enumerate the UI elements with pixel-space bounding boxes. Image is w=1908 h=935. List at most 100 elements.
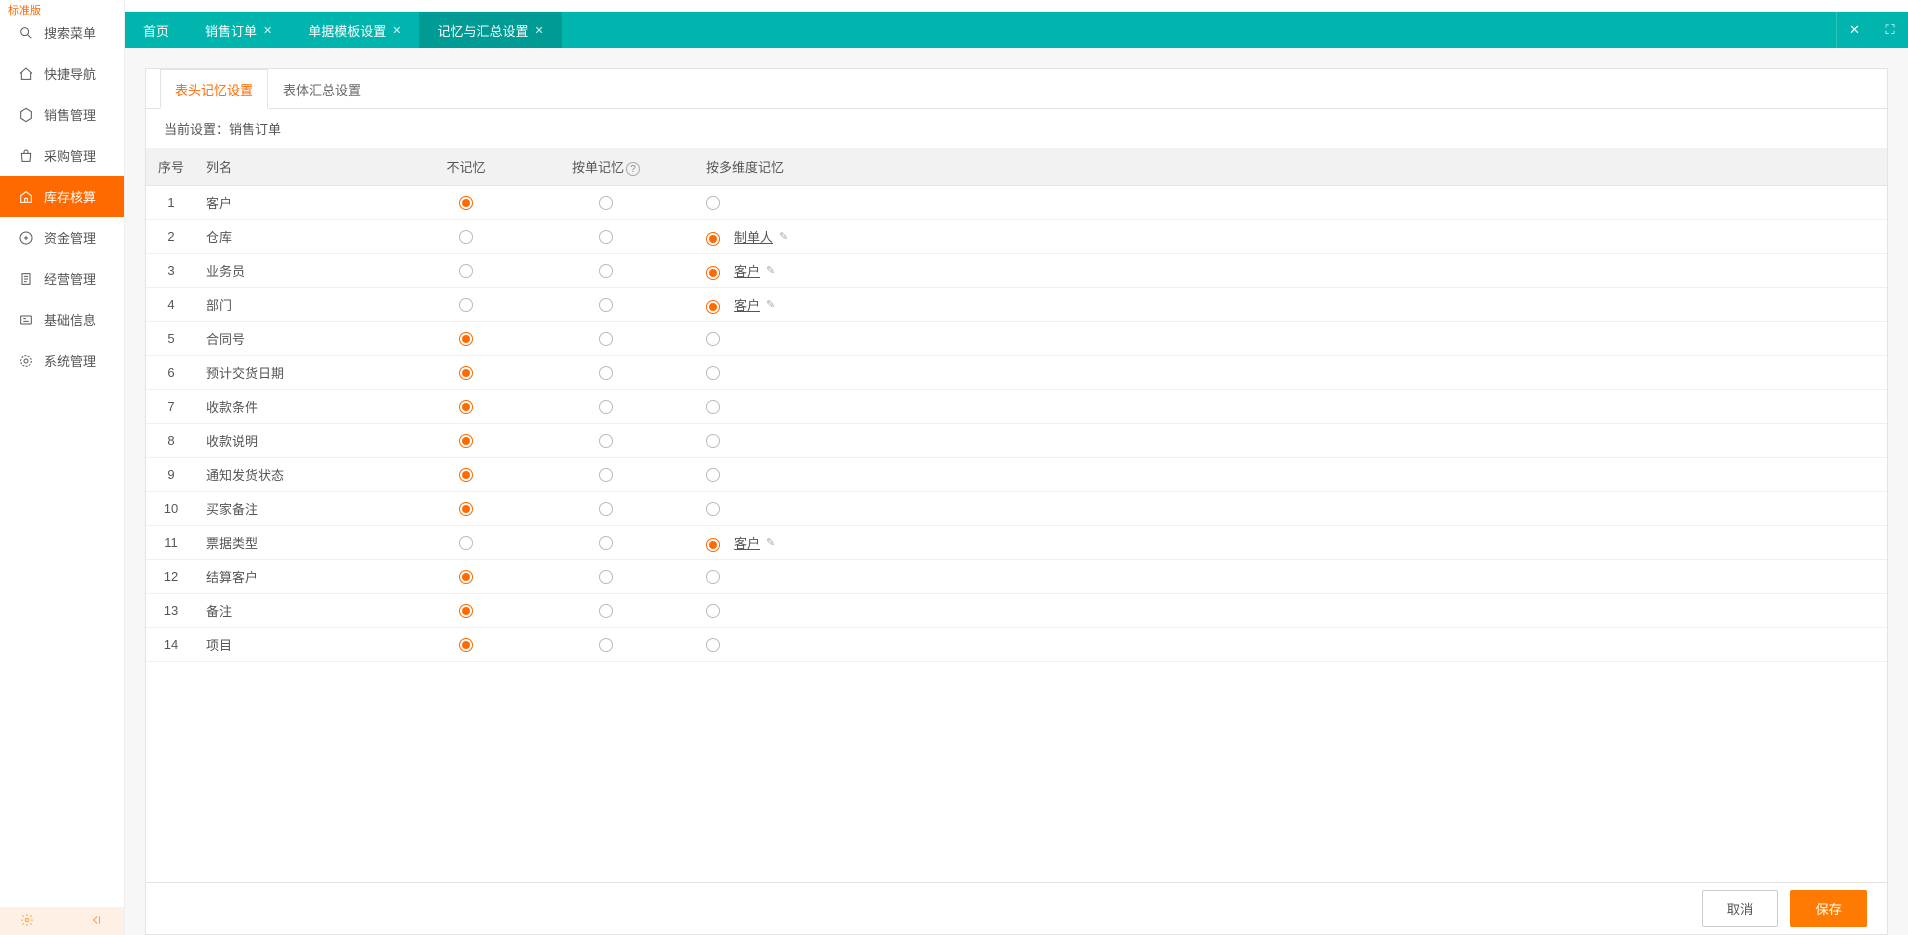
sidebar-item-system[interactable]: 系统管理 (0, 340, 124, 381)
tab-label: 首页 (143, 21, 169, 40)
radio-by-dim[interactable] (706, 468, 720, 482)
radio-by-dim[interactable] (706, 502, 720, 516)
help-icon[interactable]: ? (626, 162, 640, 176)
cell-name: 收款说明 (196, 424, 396, 458)
dim-value[interactable]: 客户 (734, 295, 760, 314)
dim-value[interactable]: 客户 (734, 533, 760, 552)
radio-by-bill[interactable] (599, 230, 613, 244)
radio-by-bill[interactable] (599, 536, 613, 550)
table-row: 12结算客户 (146, 560, 1887, 594)
radio-by-dim[interactable] (706, 604, 720, 618)
radio-no-mem[interactable] (459, 536, 473, 550)
radio-no-mem[interactable] (459, 400, 473, 414)
hex-icon (18, 107, 34, 123)
edit-icon[interactable]: ✎ (766, 298, 775, 311)
subtab[interactable]: 表体汇总设置 (268, 69, 376, 109)
sidebar-item-sales[interactable]: 销售管理 (0, 94, 124, 135)
sidebar-item-funds[interactable]: 资金管理 (0, 217, 124, 258)
sidebar-bottom-bar (0, 907, 124, 935)
cell-seq: 12 (146, 560, 196, 594)
radio-by-bill[interactable] (599, 502, 613, 516)
close-all-tabs-button[interactable] (1836, 12, 1872, 48)
radio-by-bill[interactable] (599, 468, 613, 482)
radio-by-bill[interactable] (599, 604, 613, 618)
edit-icon[interactable]: ✎ (766, 264, 775, 277)
radio-no-mem[interactable] (459, 264, 473, 278)
sidebar-item-purchase[interactable]: 采购管理 (0, 135, 124, 176)
radio-no-mem[interactable] (459, 570, 473, 584)
radio-no-mem[interactable] (459, 366, 473, 380)
fullscreen-icon[interactable] (1872, 12, 1908, 48)
cancel-button[interactable]: 取消 (1702, 890, 1779, 927)
radio-by-dim[interactable] (706, 434, 720, 448)
radio-by-dim[interactable] (706, 300, 720, 314)
radio-by-dim[interactable] (706, 232, 720, 246)
radio-no-mem[interactable] (459, 298, 473, 312)
edit-icon[interactable]: ✎ (766, 536, 775, 549)
cell-seq: 13 (146, 594, 196, 628)
table-row: 1客户 (146, 186, 1887, 220)
radio-by-bill[interactable] (599, 298, 613, 312)
coin-icon (18, 230, 34, 246)
radio-no-mem[interactable] (459, 196, 473, 210)
dim-value[interactable]: 制单人 (734, 227, 773, 246)
radio-no-mem[interactable] (459, 604, 473, 618)
radio-by-dim[interactable] (706, 570, 720, 584)
sidebar-item-search-menu[interactable]: 搜索菜单 (0, 12, 124, 53)
radio-by-dim[interactable] (706, 400, 720, 414)
tab-label: 销售订单 (205, 21, 257, 40)
radio-by-bill[interactable] (599, 400, 613, 414)
radio-no-mem[interactable] (459, 638, 473, 652)
cell-name: 结算客户 (196, 560, 396, 594)
sidebar: 搜索菜单快捷导航销售管理采购管理库存核算资金管理经营管理基础信息系统管理 (0, 0, 125, 935)
sidebar-item-basic[interactable]: 基础信息 (0, 299, 124, 340)
radio-by-dim[interactable] (706, 332, 720, 346)
radio-by-bill[interactable] (599, 570, 613, 584)
radio-by-dim[interactable] (706, 266, 720, 280)
sidebar-item-quick-nav[interactable]: 快捷导航 (0, 53, 124, 94)
radio-no-mem[interactable] (459, 230, 473, 244)
edit-icon[interactable]: ✎ (779, 230, 788, 243)
cell-name: 预计交货日期 (196, 356, 396, 390)
close-icon[interactable]: ✕ (535, 24, 544, 37)
radio-by-bill[interactable] (599, 332, 613, 346)
tab[interactable]: 销售订单 ✕ (187, 12, 290, 48)
radio-no-mem[interactable] (459, 332, 473, 346)
close-icon[interactable]: ✕ (392, 24, 401, 37)
collapse-icon[interactable] (88, 913, 104, 930)
radio-no-mem[interactable] (459, 434, 473, 448)
cell-seq: 2 (146, 220, 196, 254)
sidebar-item-label: 快捷导航 (44, 64, 96, 83)
table-row: 8收款说明 (146, 424, 1887, 458)
radio-no-mem[interactable] (459, 502, 473, 516)
tab[interactable]: 记忆与汇总设置✕ (419, 12, 561, 48)
table-row: 4部门客户✎ (146, 288, 1887, 322)
cell-seq: 4 (146, 288, 196, 322)
radio-by-bill[interactable] (599, 264, 613, 278)
memory-table: 序号 列名 不记忆 按单记忆? 按多维度记忆 1客户2仓库制单人✎3业务员客户✎… (146, 148, 1887, 882)
radio-by-bill[interactable] (599, 434, 613, 448)
table-row: 9通知发货状态 (146, 458, 1887, 492)
tab[interactable]: 单据模板设置✕ (290, 12, 419, 48)
cell-name: 通知发货状态 (196, 458, 396, 492)
sidebar-item-inventory[interactable]: 库存核算 (0, 176, 124, 217)
radio-by-dim[interactable] (706, 538, 720, 552)
save-button[interactable]: 保存 (1790, 890, 1867, 927)
radio-by-bill[interactable] (599, 638, 613, 652)
radio-by-bill[interactable] (599, 366, 613, 380)
radio-by-bill[interactable] (599, 196, 613, 210)
close-icon[interactable]: ✕ (263, 24, 272, 37)
tab[interactable]: 首页 (125, 12, 187, 48)
col-by-bill: 按单记忆? (536, 148, 676, 186)
radio-no-mem[interactable] (459, 468, 473, 482)
subtab[interactable]: 表头记忆设置 (160, 69, 268, 109)
dim-value[interactable]: 客户 (734, 261, 760, 280)
radio-by-dim[interactable] (706, 196, 720, 210)
radio-by-dim[interactable] (706, 366, 720, 380)
sidebar-item-label: 经营管理 (44, 269, 96, 288)
table-row: 7收款条件 (146, 390, 1887, 424)
table-row: 6预计交货日期 (146, 356, 1887, 390)
radio-by-dim[interactable] (706, 638, 720, 652)
settings-icon[interactable] (20, 913, 34, 930)
sidebar-item-operate[interactable]: 经营管理 (0, 258, 124, 299)
